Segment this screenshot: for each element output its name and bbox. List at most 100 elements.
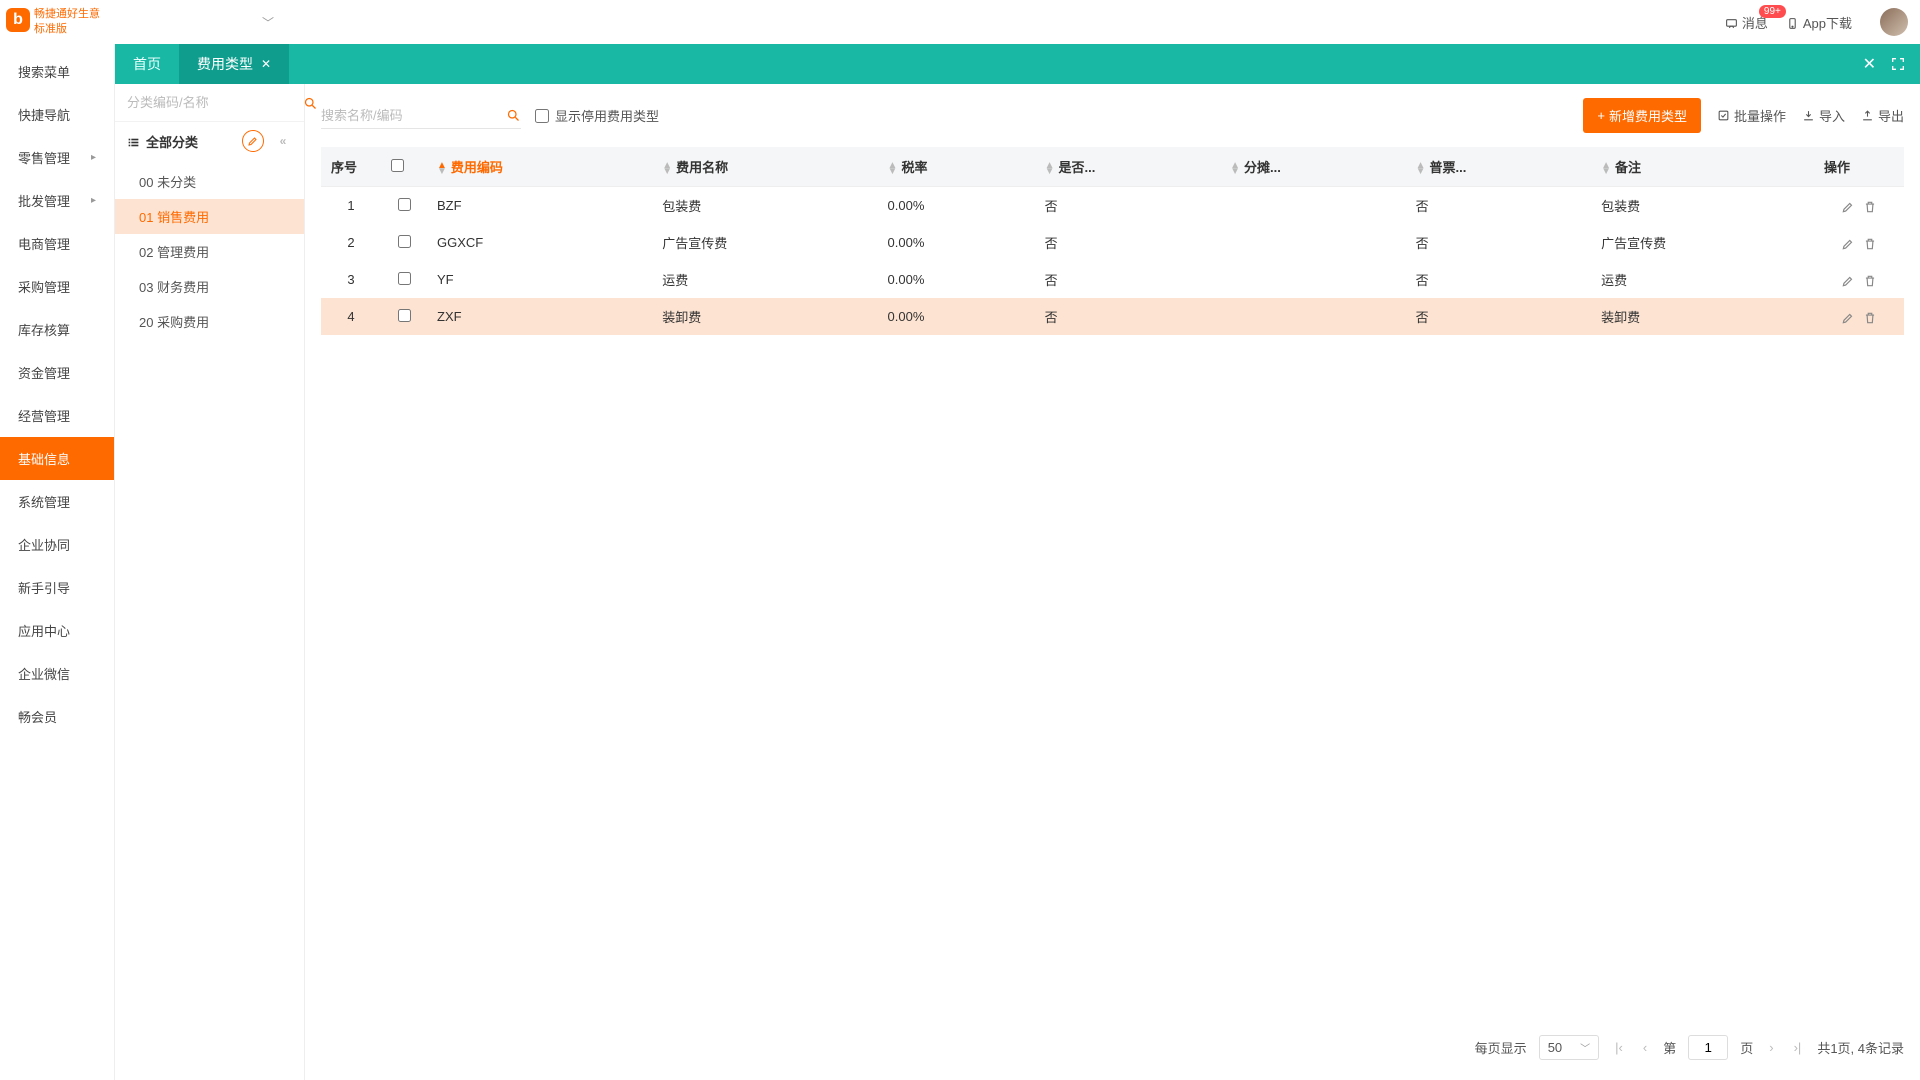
sidebar-item[interactable]: 快捷导航 (0, 93, 114, 136)
delete-icon[interactable] (1863, 234, 1877, 250)
edit-icon[interactable] (1841, 271, 1855, 287)
th-remark[interactable]: ▲▼备注 (1591, 147, 1814, 187)
tab[interactable]: 费用类型 ✕ (179, 44, 289, 84)
cell-rate: 0.00% (878, 224, 1035, 261)
th-ticket[interactable]: ▲▼普票... (1406, 147, 1591, 187)
last-page-button[interactable]: ›| (1790, 1038, 1806, 1057)
per-page-select[interactable]: 50 ﹀ (1539, 1035, 1599, 1060)
per-page-label: 每页显示 (1475, 1038, 1527, 1057)
delete-icon[interactable] (1863, 271, 1877, 287)
sidebar-item[interactable]: 新手引导 (0, 566, 114, 609)
tab-close-icon[interactable]: ✕ (261, 57, 271, 71)
cell-share (1220, 261, 1405, 298)
th-share[interactable]: ▲▼分摊... (1220, 147, 1405, 187)
fullscreen-icon[interactable] (1890, 55, 1906, 73)
per-page-value: 50 (1548, 1040, 1562, 1055)
category-item[interactable]: 20 采购费用 (115, 304, 304, 339)
sidebar-item[interactable]: 零售管理▸ (0, 136, 114, 179)
fee-type-table: 序号 ▲▼费用编码 ▲▼费用名称 ▲▼税率 ▲▼是否... ▲▼分摊... ▲▼… (321, 147, 1904, 335)
messages-button[interactable]: 消息 99+ (1725, 13, 1768, 32)
show-disabled-input[interactable] (535, 109, 549, 123)
delete-icon[interactable] (1863, 308, 1877, 324)
next-page-button[interactable]: › (1765, 1038, 1777, 1057)
cell-share (1220, 187, 1405, 225)
cell-remark: 广告宣传费 (1591, 224, 1814, 261)
category-item[interactable]: 01 销售费用 (115, 199, 304, 234)
table-search-input[interactable] (321, 108, 506, 123)
th-ops: 操作 (1814, 147, 1904, 187)
select-all-checkbox[interactable] (391, 159, 404, 172)
row-checkbox[interactable] (398, 235, 411, 248)
avatar[interactable] (1880, 8, 1908, 36)
table-row[interactable]: 1BZF包装费0.00%否否包装费 (321, 187, 1904, 225)
table-search (321, 103, 521, 129)
category-all[interactable]: 全部分类 « (115, 122, 304, 160)
th-rate[interactable]: ▲▼税率 (878, 147, 1035, 187)
import-label: 导入 (1819, 106, 1845, 125)
category-item[interactable]: 00 未分类 (115, 164, 304, 199)
edit-category-button[interactable] (242, 130, 264, 152)
sidebar-item[interactable]: 搜索菜单 (0, 50, 114, 93)
th-code[interactable]: ▲▼费用编码 (427, 147, 652, 187)
tab-label: 首页 (133, 54, 161, 74)
sidebar-item[interactable]: 基础信息 (0, 437, 114, 480)
close-icon[interactable]: ✕ (1863, 54, 1876, 74)
edit-icon[interactable] (1841, 197, 1855, 213)
cell-index: 2 (321, 224, 381, 261)
row-checkbox[interactable] (398, 272, 411, 285)
company-switcher[interactable]: ﹀ (116, 12, 274, 32)
messages-badge: 99+ (1759, 5, 1786, 18)
chat-icon (1725, 14, 1738, 29)
cell-yn1: 否 (1035, 298, 1220, 335)
search-icon[interactable] (506, 107, 521, 124)
cell-share (1220, 224, 1405, 261)
prev-page-button[interactable]: ‹ (1639, 1038, 1651, 1057)
cell-code: GGXCF (427, 224, 652, 261)
sidebar-item[interactable]: 批发管理▸ (0, 179, 114, 222)
app-download-button[interactable]: App下载 (1786, 13, 1852, 32)
export-button[interactable]: 导出 (1861, 106, 1904, 125)
edit-icon[interactable] (1841, 234, 1855, 250)
sidebar-item[interactable]: 库存核算 (0, 308, 114, 351)
add-fee-type-label: 新增费用类型 (1609, 106, 1687, 125)
collapse-panel-icon[interactable]: « (274, 130, 292, 152)
sidebar-item[interactable]: 应用中心 (0, 609, 114, 652)
th-index[interactable]: 序号 (321, 147, 381, 187)
th-name[interactable]: ▲▼费用名称 (652, 147, 877, 187)
sidebar-item[interactable]: 企业协同 (0, 523, 114, 566)
page-input[interactable] (1688, 1035, 1728, 1060)
sidebar-item[interactable]: 畅会员 (0, 695, 114, 738)
tab-label: 费用类型 (197, 54, 253, 74)
page-summary: 共1页, 4条记录 (1817, 1038, 1904, 1057)
category-item[interactable]: 03 财务费用 (115, 269, 304, 304)
sidebar-item[interactable]: 电商管理 (0, 222, 114, 265)
th-checkbox (381, 147, 427, 187)
add-fee-type-button[interactable]: + 新增费用类型 (1583, 98, 1701, 133)
sidebar-item[interactable]: 经营管理 (0, 394, 114, 437)
import-button[interactable]: 导入 (1802, 106, 1845, 125)
tab[interactable]: 首页 (115, 44, 179, 84)
delete-icon[interactable] (1863, 197, 1877, 213)
sidebar-item[interactable]: 资金管理 (0, 351, 114, 394)
cell-name: 运费 (652, 261, 877, 298)
table-row[interactable]: 4ZXF装卸费0.00%否否装卸费 (321, 298, 1904, 335)
sidebar-item[interactable]: 采购管理 (0, 265, 114, 308)
batch-ops-button[interactable]: 批量操作 (1717, 106, 1786, 125)
cell-code: ZXF (427, 298, 652, 335)
sidebar-item[interactable]: 企业微信 (0, 652, 114, 695)
th-yn1[interactable]: ▲▼是否... (1035, 147, 1220, 187)
row-checkbox[interactable] (398, 309, 411, 322)
page-suffix: 页 (1740, 1038, 1753, 1057)
category-search-input[interactable] (127, 95, 303, 110)
edit-icon[interactable] (1841, 308, 1855, 324)
category-item[interactable]: 02 管理费用 (115, 234, 304, 269)
row-checkbox[interactable] (398, 198, 411, 211)
first-page-button[interactable]: |‹ (1611, 1038, 1627, 1057)
show-disabled-checkbox[interactable]: 显示停用费用类型 (535, 106, 659, 125)
sidebar-item[interactable]: 系统管理 (0, 480, 114, 523)
cell-rate: 0.00% (878, 187, 1035, 225)
cell-yn1: 否 (1035, 187, 1220, 225)
table-row[interactable]: 3YF运费0.00%否否运费 (321, 261, 1904, 298)
table-row[interactable]: 2GGXCF广告宣传费0.00%否否广告宣传费 (321, 224, 1904, 261)
cell-rate: 0.00% (878, 261, 1035, 298)
